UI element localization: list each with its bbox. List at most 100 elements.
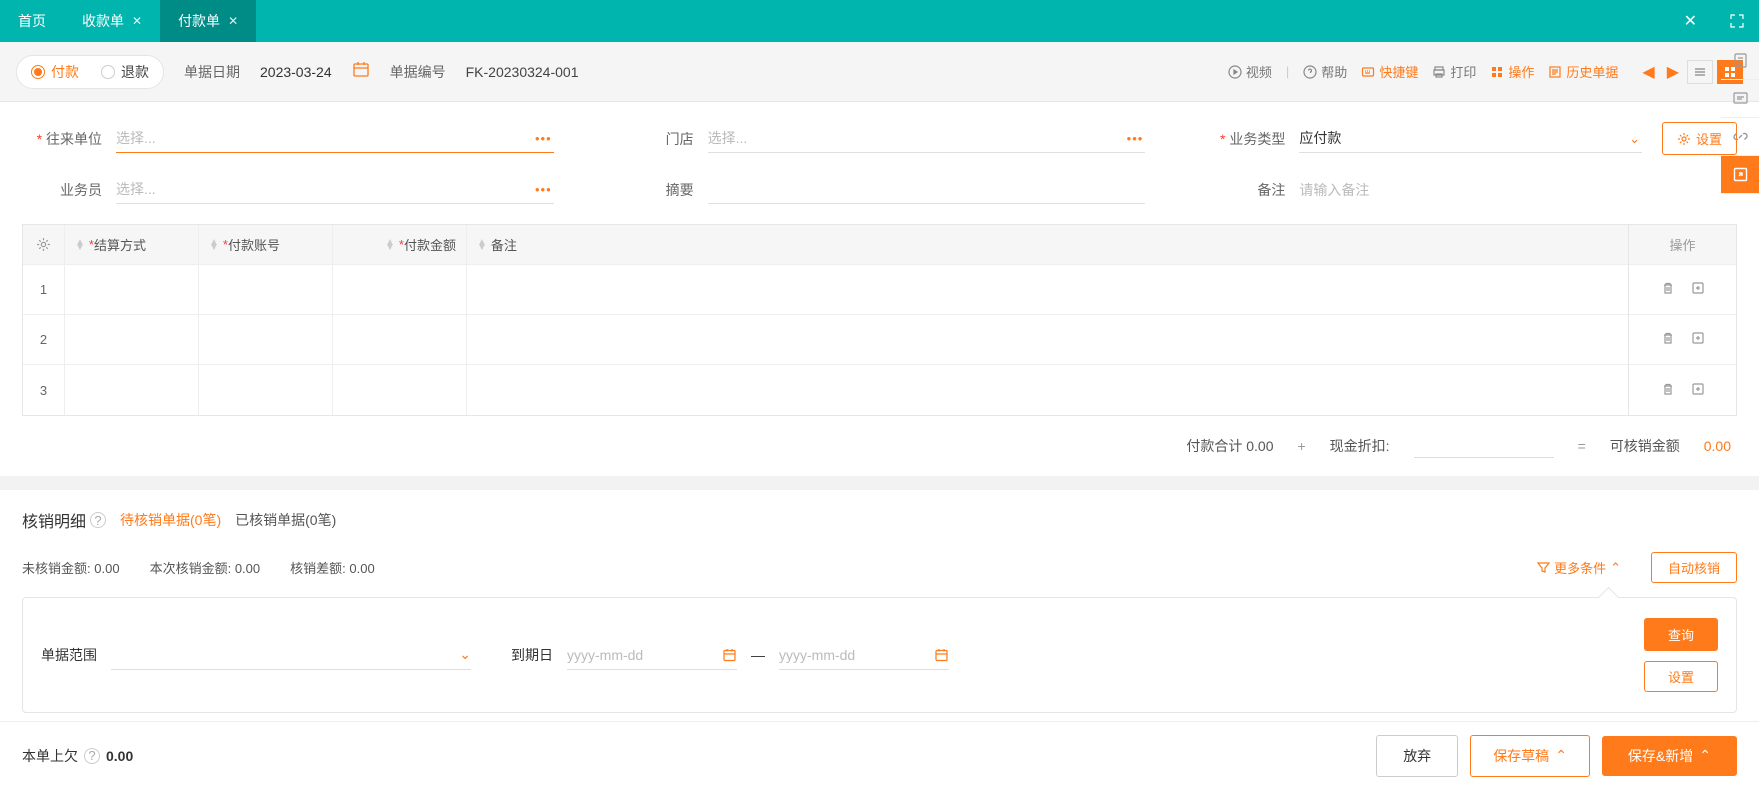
scope-label: 单据范围 (41, 645, 97, 665)
tab-done[interactable]: 已核销单据(0笔) (235, 510, 336, 530)
lookup-icon[interactable]: ••• (1127, 131, 1144, 146)
more-conditions-link[interactable]: 更多条件 ⌃ (1537, 558, 1621, 577)
date-from-input[interactable]: yyyy-mm-dd (567, 641, 737, 670)
cell-note[interactable] (467, 265, 1628, 314)
add-row-icon[interactable] (1691, 331, 1705, 348)
col-method[interactable]: ▲▼*结算方式 (65, 225, 199, 264)
close-icon[interactable]: ✕ (228, 14, 238, 28)
cell-method[interactable] (65, 315, 199, 364)
discard-button[interactable]: 放弃 (1376, 735, 1458, 777)
biztype-input[interactable] (1299, 124, 1642, 153)
discount-input[interactable] (1414, 434, 1554, 458)
link-video[interactable]: 视频 (1228, 62, 1272, 81)
totals-row: 付款合计 0.00 + 现金折扣: = 可核销金额 0.00 (22, 416, 1737, 476)
delete-row-icon[interactable] (1661, 331, 1675, 348)
help-icon[interactable]: ? (90, 512, 106, 528)
link-history[interactable]: 历史单据 (1548, 62, 1618, 81)
delete-row-icon[interactable] (1661, 382, 1675, 399)
summary-label: 摘要 (614, 180, 694, 200)
row-index: 2 (23, 315, 65, 364)
side-rail (1721, 42, 1759, 194)
link-help[interactable]: 帮助 (1303, 62, 1347, 81)
rail-link-icon[interactable] (1721, 118, 1759, 156)
cell-account[interactable] (199, 365, 333, 415)
next-doc-icon[interactable]: ▶ (1663, 62, 1683, 82)
doc-date[interactable]: 2023-03-24 (260, 64, 332, 80)
link-operate[interactable]: 操作 (1490, 62, 1534, 81)
cell-amount[interactable] (333, 315, 467, 364)
scope-select[interactable]: ⌄ (111, 640, 471, 670)
discount-label: 现金折扣: (1330, 436, 1390, 456)
stat-diff-label: 核销差额: (290, 561, 346, 576)
radio-payment[interactable]: 付款 (21, 62, 89, 82)
tabs-close-all-icon[interactable]: ✕ (1666, 0, 1715, 42)
partner-input[interactable] (116, 124, 554, 153)
due-label: 到期日 (511, 645, 553, 665)
tab-receipt[interactable]: 收款单✕ (64, 0, 160, 42)
owe-value: 0.00 (106, 748, 133, 764)
gear-icon[interactable] (23, 225, 65, 264)
date-to-input[interactable]: yyyy-mm-dd (779, 641, 949, 670)
col-ops: 操作 (1629, 225, 1736, 264)
verify-title: 核销明细 (22, 508, 86, 532)
cell-amount[interactable] (333, 265, 467, 314)
stat-thiswrite-label: 本次核销金额: (150, 561, 232, 576)
date-separator: — (751, 647, 765, 663)
cell-amount[interactable] (333, 365, 467, 415)
tab-payment[interactable]: 付款单✕ (160, 0, 256, 42)
chevron-down-icon[interactable]: ⌄ (1629, 131, 1640, 147)
cell-method[interactable] (65, 365, 199, 415)
writeoff-label: 可核销金额 (1610, 436, 1680, 456)
save-draft-button[interactable]: 保存草稿⌃ (1470, 735, 1590, 777)
close-icon[interactable]: ✕ (132, 14, 142, 28)
prev-doc-icon[interactable]: ◀ (1638, 62, 1658, 82)
rail-doc-icon[interactable] (1721, 42, 1759, 80)
stat-unwrite-label: 未核销金额: (22, 561, 91, 576)
cell-note[interactable] (467, 365, 1628, 415)
col-amount[interactable]: ▲▼*付款金额 (333, 225, 467, 264)
footer-bar: 本单上欠 ? 0.00 放弃 保存草稿⌃ 保存&新增⌃ (0, 721, 1759, 789)
salesman-label: 业务员 (22, 180, 102, 200)
paysum-value: 0.00 (1246, 438, 1273, 454)
fullscreen-icon[interactable] (1715, 0, 1759, 42)
add-row-icon[interactable] (1691, 382, 1705, 399)
col-account[interactable]: ▲▼*付款账号 (199, 225, 333, 264)
lookup-icon[interactable]: ••• (535, 182, 552, 197)
partner-label: 往来单位 (22, 129, 102, 149)
cell-account[interactable] (199, 315, 333, 364)
filter-settings-button[interactable]: 设置 (1644, 661, 1718, 692)
rail-note-icon[interactable] (1721, 80, 1759, 118)
col-note[interactable]: ▲▼备注 (467, 225, 1628, 264)
cell-method[interactable] (65, 265, 199, 314)
paysum-label: 付款合计 (1186, 438, 1242, 454)
cell-account[interactable] (199, 265, 333, 314)
tab-home[interactable]: 首页 (0, 0, 64, 42)
store-label: 门店 (614, 129, 694, 149)
owe-label: 本单上欠 (22, 746, 78, 766)
link-print[interactable]: 打印 (1432, 62, 1476, 81)
calendar-icon[interactable] (352, 60, 370, 83)
save-new-button[interactable]: 保存&新增⌃ (1602, 736, 1737, 776)
filter-panel: 单据范围 ⌄ 到期日 yyyy-mm-dd — yyyy-mm-dd 查询 设置 (22, 597, 1737, 713)
stat-thiswrite-value: 0.00 (235, 561, 260, 576)
chevron-up-icon: ⌃ (1610, 560, 1621, 576)
cell-note[interactable] (467, 315, 1628, 364)
lookup-icon[interactable]: ••• (535, 131, 552, 146)
help-icon[interactable]: ? (84, 748, 100, 764)
remark-input[interactable] (1299, 176, 1737, 204)
view-list-icon[interactable] (1687, 60, 1713, 84)
delete-row-icon[interactable] (1661, 281, 1675, 298)
biztype-label: 业务类型 (1205, 129, 1285, 149)
row-index: 3 (23, 365, 65, 415)
tab-pending[interactable]: 待核销单据(0笔) (120, 510, 221, 530)
summary-input[interactable] (708, 175, 1146, 204)
rail-expand-icon[interactable] (1721, 156, 1759, 194)
radio-refund[interactable]: 退款 (91, 62, 159, 82)
query-button[interactable]: 查询 (1644, 618, 1718, 651)
store-input[interactable] (708, 124, 1146, 153)
add-row-icon[interactable] (1691, 281, 1705, 298)
link-shortcut[interactable]: 快捷键 (1361, 62, 1418, 81)
payment-table: ▲▼*结算方式 ▲▼*付款账号 ▲▼*付款金额 ▲▼备注 1 2 3 操作 (22, 224, 1737, 416)
salesman-input[interactable] (116, 175, 554, 204)
auto-writeoff-button[interactable]: 自动核销 (1651, 552, 1737, 583)
